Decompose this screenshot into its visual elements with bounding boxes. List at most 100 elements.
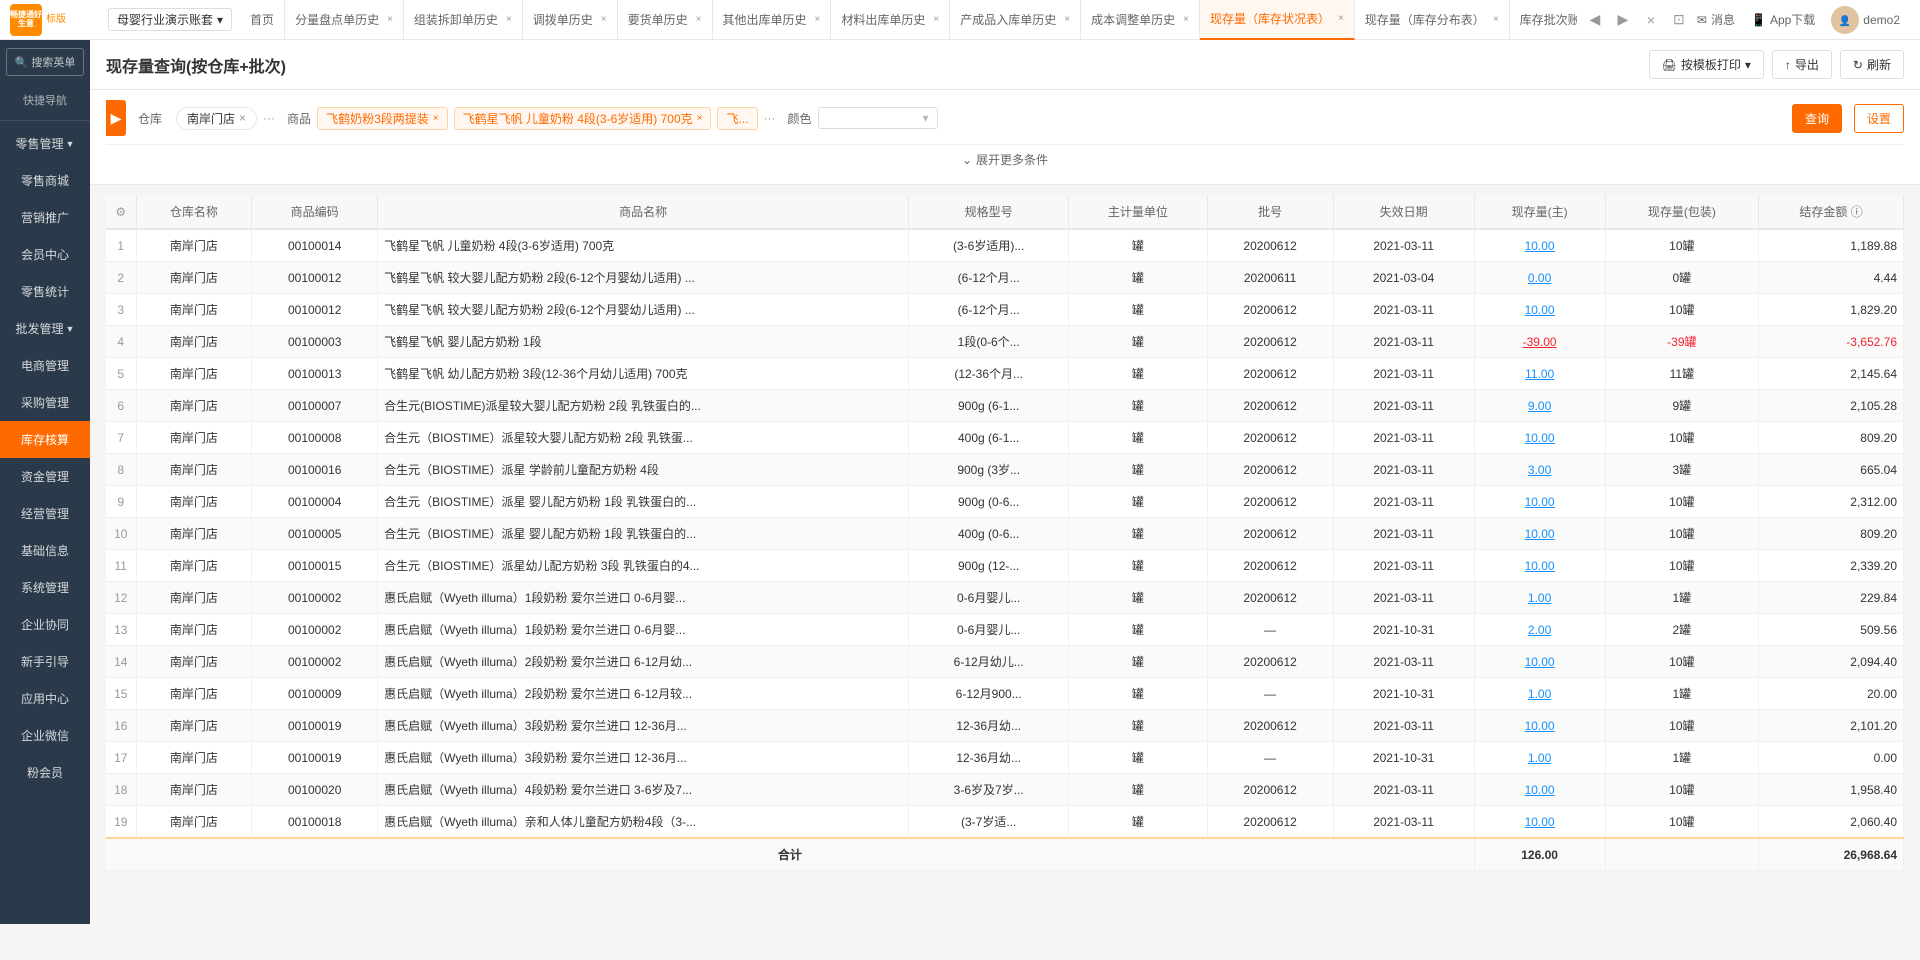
cell-qty-pkg: 1罐: [1605, 582, 1759, 614]
sidebar-item-ecommerce[interactable]: 电商管理: [0, 347, 90, 384]
app-download-btn[interactable]: 📱 App下载: [1751, 11, 1815, 28]
tab-requisition[interactable]: 要货单历史×: [618, 0, 713, 40]
cell-qty-main[interactable]: 10.00: [1474, 518, 1605, 550]
cell-qty-main[interactable]: 10.00: [1474, 422, 1605, 454]
cell-qty-main[interactable]: 3.00: [1474, 454, 1605, 486]
cell-qty-main[interactable]: 9.00: [1474, 390, 1605, 422]
cell-qty-main[interactable]: -39.00: [1474, 326, 1605, 358]
cell-qty-main[interactable]: 10.00: [1474, 710, 1605, 742]
sidebar-item-operations[interactable]: 经营管理: [0, 495, 90, 532]
tab-close-icon[interactable]: ×: [1641, 0, 1661, 40]
tab-product-in[interactable]: 产成品入库单历史×: [950, 0, 1081, 40]
cell-qty-main[interactable]: 10.00: [1474, 646, 1605, 678]
sidebar-item-inventory[interactable]: 库存核算: [0, 421, 90, 458]
tab-stock-status[interactable]: 现存量（库存状况表）×: [1200, 0, 1355, 40]
cell-qty-main[interactable]: 10.00: [1474, 774, 1605, 806]
tab-home[interactable]: 首页: [240, 0, 285, 40]
sidebar-item-retail[interactable]: 零售管理 ▼: [0, 125, 90, 162]
col-unit: 主计量单位: [1069, 195, 1207, 229]
cell-spec: 12-36月幼...: [909, 742, 1069, 774]
sidebar-item-retail-shop[interactable]: 零售商城: [0, 162, 90, 199]
cell-qty-main[interactable]: 1.00: [1474, 678, 1605, 710]
cell-qty-main[interactable]: 10.00: [1474, 294, 1605, 326]
tab-expand-icon[interactable]: ⊡: [1669, 0, 1689, 40]
search-single-button[interactable]: 🔍 搜索英单: [6, 48, 84, 76]
export-button[interactable]: ↑ 导出: [1772, 50, 1832, 79]
sidebar-item-member[interactable]: 会员中心: [0, 236, 90, 273]
account-dropdown[interactable]: 母婴行业演示账套 ▾: [108, 8, 232, 31]
cell-warehouse: 南岸门店: [136, 486, 252, 518]
sidebar-item-purchase[interactable]: 采购管理: [0, 384, 90, 421]
cell-qty-main[interactable]: 10.00: [1474, 806, 1605, 839]
cell-code: 00100012: [252, 262, 378, 294]
cell-qty-main[interactable]: 1.00: [1474, 582, 1605, 614]
cell-qty-main[interactable]: 10.00: [1474, 550, 1605, 582]
tab-stock-dist[interactable]: 现存量（库存分布表）×: [1355, 0, 1510, 40]
close-icon[interactable]: ×: [1338, 13, 1344, 24]
sidebar-item-enterprise-wechat[interactable]: 企业微信: [0, 717, 90, 754]
sidebar-item-new-guide[interactable]: 新手引导: [0, 643, 90, 680]
row-num: 8: [106, 454, 136, 486]
sidebar-item-finance[interactable]: 资金管理: [0, 458, 90, 495]
sidebar-item-retail-stats[interactable]: 零售统计: [0, 273, 90, 310]
sidebar-item-app-center[interactable]: 应用中心: [0, 680, 90, 717]
tab-prev-icon[interactable]: ◀: [1585, 0, 1605, 40]
tab-transfer[interactable]: 调拨单历史×: [523, 0, 618, 40]
gear-icon[interactable]: ⚙: [115, 205, 126, 219]
message-btn[interactable]: ✉ 消息: [1697, 11, 1735, 28]
close-icon[interactable]: ×: [933, 14, 939, 25]
table-row: 9 南岸门店 00100004 合生元（BIOSTIME）派星 婴儿配方奶粉 1…: [106, 486, 1904, 518]
cell-qty-main[interactable]: 11.00: [1474, 358, 1605, 390]
warehouse-dropdown[interactable]: 南岸门店 ×: [176, 107, 257, 130]
close-icon[interactable]: ×: [387, 14, 393, 25]
tab-batch-ledger[interactable]: 库存批次账×: [1510, 0, 1577, 40]
template-print-button[interactable]: 🖨 按模板打印 ▾: [1649, 50, 1764, 79]
message-icon: ✉: [1697, 13, 1707, 27]
query-button[interactable]: 查询: [1792, 104, 1842, 133]
cell-spec: 400g (0-6...: [909, 518, 1069, 550]
remove-icon[interactable]: ×: [239, 111, 246, 125]
sidebar-item-system[interactable]: 系统管理: [0, 569, 90, 606]
cell-name: 合生元（BIOSTIME）派星较大婴儿配方奶粉 2段 乳铁蛋...: [378, 422, 909, 454]
cell-qty-main[interactable]: 2.00: [1474, 614, 1605, 646]
close-icon[interactable]: ×: [1064, 14, 1070, 25]
cell-qty-main[interactable]: 0.00: [1474, 262, 1605, 294]
user-profile[interactable]: 👤 demo2: [1831, 6, 1900, 34]
close-icon[interactable]: ×: [506, 14, 512, 25]
logo-icon: 畅捷通好生意: [10, 4, 42, 36]
close-icon[interactable]: ×: [1493, 14, 1499, 25]
sidebar-item-enterprise[interactable]: 企业协同: [0, 606, 90, 643]
row-num: 18: [106, 774, 136, 806]
tab-split-stock[interactable]: 分量盘点单历史×: [285, 0, 404, 40]
cell-qty-pkg: 10罐: [1605, 518, 1759, 550]
remove-icon[interactable]: ×: [433, 113, 439, 124]
settings-button[interactable]: 设置: [1854, 104, 1904, 133]
cell-qty-main[interactable]: 1.00: [1474, 742, 1605, 774]
tab-material-out[interactable]: 材料出库单历史×: [831, 0, 950, 40]
close-icon[interactable]: ×: [601, 14, 607, 25]
tab-cost-adjust[interactable]: 成本调整单历史×: [1081, 0, 1200, 40]
close-icon[interactable]: ×: [1183, 14, 1189, 25]
close-icon[interactable]: ×: [815, 14, 821, 25]
cell-name: 惠氏启赋（Wyeth illuma）2段奶粉 爱尔兰进口 6-12月幼...: [378, 646, 909, 678]
expand-more-conditions[interactable]: ⌄ 展开更多条件: [106, 144, 1904, 174]
sidebar-item-marketing[interactable]: 营销推广: [0, 199, 90, 236]
refresh-button[interactable]: ↻ 刷新: [1840, 50, 1904, 79]
sidebar-item-basics[interactable]: 基础信息: [0, 532, 90, 569]
tab-other-out[interactable]: 其他出库单历史×: [713, 0, 832, 40]
sidebar-item-wholesale[interactable]: 批发管理 ▼: [0, 310, 90, 347]
tab-disassemble[interactable]: 组装拆卸单历史×: [404, 0, 523, 40]
cell-qty-main[interactable]: 10.00: [1474, 486, 1605, 518]
cell-code: 00100002: [252, 646, 378, 678]
cell-unit: 罐: [1069, 422, 1207, 454]
sidebar-item-fan-member[interactable]: 粉会员: [0, 754, 90, 791]
color-filter: 颜色 ▾: [788, 107, 938, 129]
sidebar-shortcut-btn[interactable]: 快捷导航: [0, 84, 90, 116]
tab-next-icon[interactable]: ▶: [1613, 0, 1633, 40]
filter-expand-arrow[interactable]: ▶: [106, 100, 126, 136]
color-select[interactable]: ▾: [818, 107, 938, 129]
table-row: 4 南岸门店 00100003 飞鹤星飞帆 婴儿配方奶粉 1段 1段(0-6个.…: [106, 326, 1904, 358]
remove-icon[interactable]: ×: [697, 113, 703, 124]
close-icon[interactable]: ×: [696, 14, 702, 25]
cell-qty-main[interactable]: 10.00: [1474, 229, 1605, 262]
